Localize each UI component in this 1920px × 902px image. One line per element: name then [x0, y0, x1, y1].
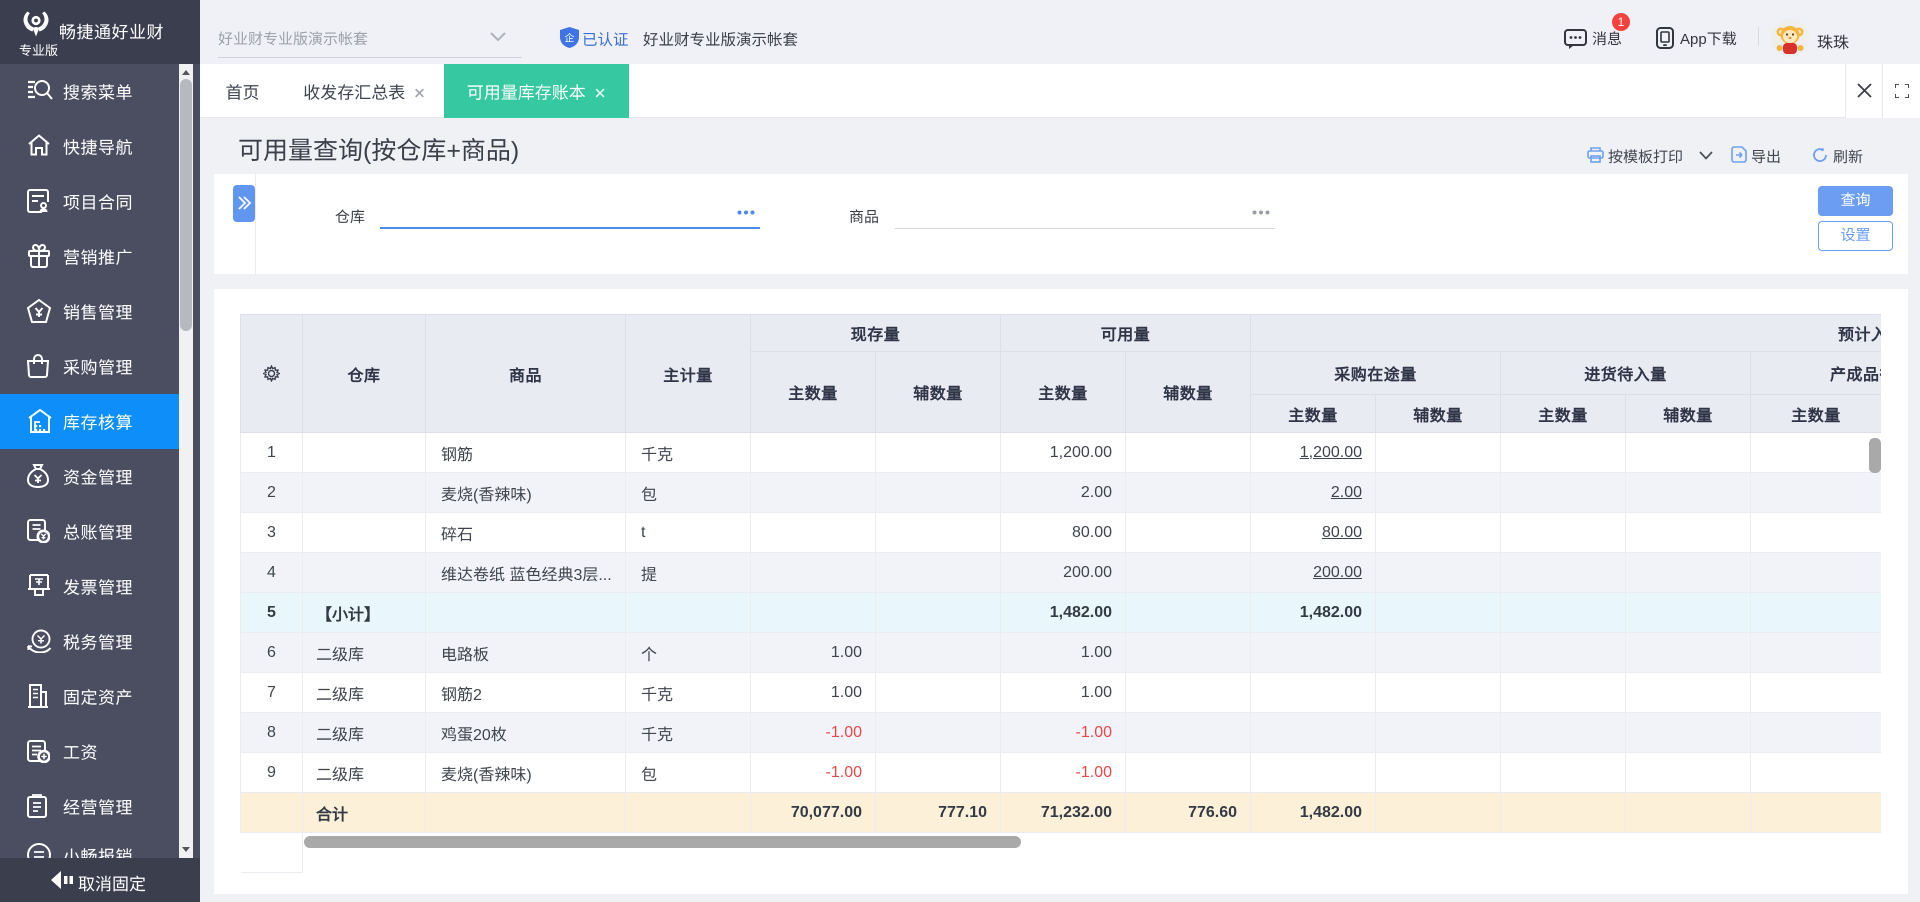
- svg-text:企: 企: [565, 30, 575, 45]
